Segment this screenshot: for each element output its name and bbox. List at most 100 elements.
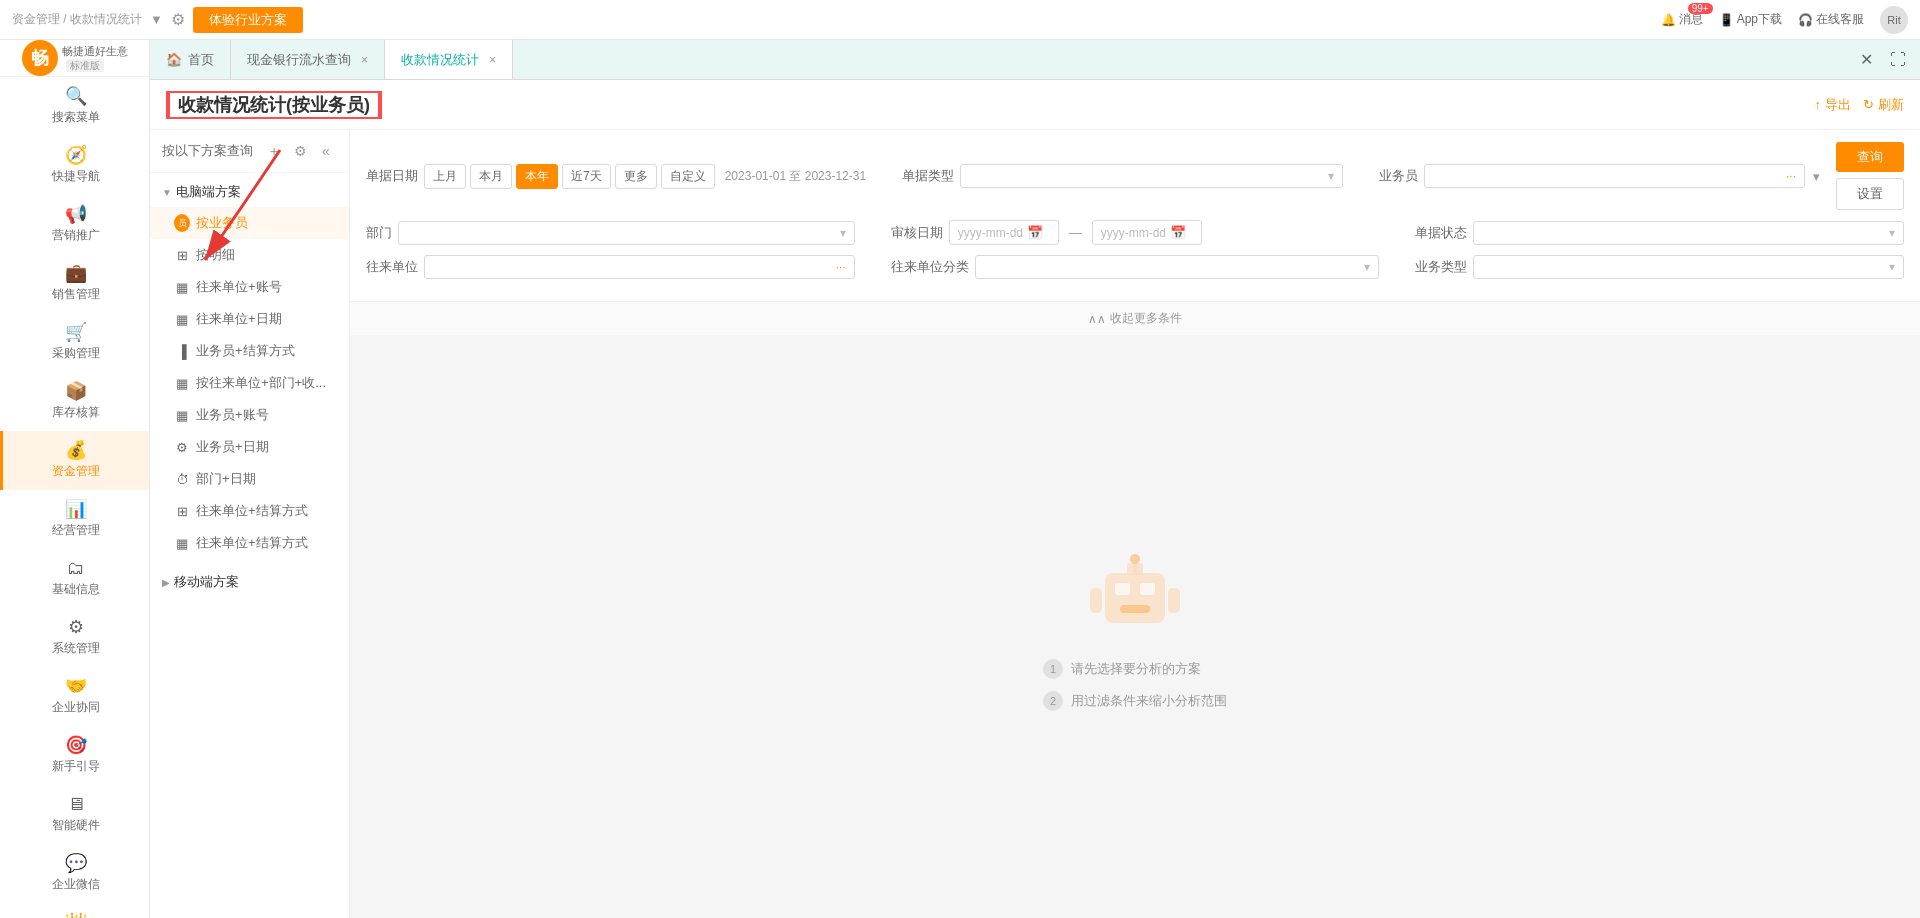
sidebar-item-label: 企业微信 — [52, 876, 100, 893]
standard-badge: 标准版 — [66, 59, 104, 72]
sidebar-item-label: 营销推广 — [52, 227, 100, 244]
export-btn[interactable]: ↑ 导出 — [1815, 96, 1852, 114]
table-icon-4: ▦ — [174, 407, 190, 423]
biz-type-select[interactable]: ▾ — [1473, 255, 1904, 279]
user-avatar[interactable]: Rit — [1880, 6, 1908, 34]
sidebar-item-operations[interactable]: 📊 经营管理 — [0, 490, 149, 549]
calendar-icon-2: 📅 — [1170, 225, 1186, 240]
table-icon-5: ▦ — [174, 535, 190, 551]
dept-select[interactable]: ▾ — [398, 221, 855, 245]
scheme-item-dept-date[interactable]: ⏱ 部门+日期 — [150, 463, 349, 495]
sidebar-item-finance[interactable]: 💰 资金管理 — [0, 431, 149, 490]
main-content: 🏠 首页 现金银行流水查询 × 收款情况统计 × ✕ ⛶ 收款情况统计(按业务员… — [150, 40, 1920, 918]
online-service-btn[interactable]: 🎧 在线客服 — [1798, 11, 1864, 28]
filter-row-3: 往来单位 ··· 往来单位分类 ▾ — [366, 255, 1904, 279]
scheme-item-salesman-payment[interactable]: ▐ 业务员+结算方式 — [150, 335, 349, 367]
app-download-btn[interactable]: 📱 App下载 — [1719, 11, 1782, 28]
scheme-item-salesman[interactable]: 员 按业务员 — [150, 207, 349, 239]
sidebar-logo: 畅 畅捷通好生意 标准版 — [0, 40, 149, 77]
type-select[interactable]: ▾ — [960, 164, 1343, 188]
tab-home[interactable]: 🏠 首页 — [150, 40, 231, 79]
top-bar-right: 🔔 消息 99+ 📱 App下载 🎧 在线客服 Rit — [1661, 6, 1908, 34]
scheme-add-btn[interactable]: + — [263, 140, 285, 162]
sidebar-item-member[interactable]: 👑 畅会员 — [0, 903, 149, 918]
empty-step-1: 1 请先选择要分析的方案 — [1043, 659, 1201, 679]
tab-bank[interactable]: 现金银行流水查询 × — [231, 40, 385, 79]
tab-bank-close[interactable]: × — [361, 53, 368, 67]
date-btn-custom[interactable]: 自定义 — [661, 164, 715, 189]
sidebar-item-label: 销售管理 — [52, 286, 100, 303]
partner-label: 往来单位 — [366, 258, 418, 276]
sidebar-item-sales[interactable]: 💼 销售管理 — [0, 254, 149, 313]
page-title-box: 收款情况统计(按业务员) — [166, 91, 382, 119]
tab-close-all-btn[interactable]: ✕ — [1852, 46, 1880, 74]
clock-icon: ⏱ — [174, 471, 190, 487]
filter-doc-status-field: 单据状态 ▾ — [1415, 221, 1904, 245]
table-icon-3: ▦ — [174, 375, 190, 391]
salesman-input[interactable]: ··· — [1424, 164, 1805, 188]
sidebar-item-marketing[interactable]: 📢 营销推广 — [0, 195, 149, 254]
scheme-settings-btn[interactable]: ⚙ — [289, 140, 311, 162]
date-btn-7days[interactable]: 近7天 — [562, 164, 611, 189]
scheme-collapse-btn[interactable]: « — [315, 140, 337, 162]
audit-date-to-text: yyyy-mm-dd — [1101, 226, 1166, 240]
scheme-item-salesman-account[interactable]: ▦ 业务员+账号 — [150, 399, 349, 431]
scheme-item-partner-dept-collect[interactable]: ▦ 按往来单位+部门+收... — [150, 367, 349, 399]
filter-type-field: 单据类型 ▾ — [902, 164, 1343, 188]
trial-banner-btn[interactable]: 体验行业方案 — [193, 7, 303, 33]
date-btn-this-year[interactable]: 本年 — [516, 164, 558, 189]
sidebar-item-wechat[interactable]: 💬 企业微信 — [0, 844, 149, 903]
sidebar-item-purchase[interactable]: 🛒 采购管理 — [0, 313, 149, 372]
sidebar-item-basic[interactable]: 🗂 基础信息 — [0, 549, 149, 608]
date-btn-more[interactable]: 更多 — [615, 164, 657, 189]
svg-rect-8 — [1168, 588, 1180, 613]
logo-text: 畅捷通好生意 标准版 — [62, 44, 128, 73]
type-label: 单据类型 — [902, 167, 954, 185]
partner-input[interactable]: ··· — [424, 255, 855, 279]
scheme-item-salesman-date[interactable]: ⚙ 业务员+日期 — [150, 431, 349, 463]
dept-chevron-icon: ▾ — [840, 226, 846, 240]
sidebar-item-hardware[interactable]: 🖥 智能硬件 — [0, 785, 149, 844]
ellipsis-icon: ▾ — [1813, 169, 1820, 184]
refresh-btn[interactable]: ↻ 刷新 — [1863, 96, 1904, 114]
scheme-item-partner-date[interactable]: ▦ 往来单位+日期 — [150, 303, 349, 335]
sidebar-item-label: 快捷导航 — [52, 168, 100, 185]
query-btn[interactable]: 查询 — [1836, 142, 1904, 172]
settings-btn[interactable]: 设置 — [1836, 178, 1904, 210]
audit-date-from-picker[interactable]: yyyy-mm-dd 📅 — [949, 220, 1059, 245]
dropdown-icon[interactable]: ▼ — [150, 12, 163, 27]
scheme-panel-header: 按以下方案查询 + ⚙ « — [150, 130, 349, 173]
tab-maximize-btn[interactable]: ⛶ — [1884, 46, 1912, 74]
doc-status-select[interactable]: ▾ — [1473, 221, 1904, 245]
filter-section: 单据日期 上月 本月 本年 近7天 更多 自定义 2023-01-01 至 20… — [350, 130, 1920, 301]
partner-cat-select[interactable]: ▾ — [975, 255, 1380, 279]
sidebar-item-guide[interactable]: 🎯 新手引导 — [0, 726, 149, 785]
collapse-more-btn[interactable]: ∧∧ 收起更多条件 — [350, 301, 1920, 335]
svg-rect-0 — [1105, 573, 1165, 623]
sidebar-item-system[interactable]: ⚙ 系统管理 — [0, 608, 149, 667]
tab-collection[interactable]: 收款情况统计 × — [385, 40, 513, 79]
date-btn-this-month[interactable]: 本月 — [470, 164, 512, 189]
scheme-group-mobile-title[interactable]: ▶ 移动端方案 — [150, 567, 349, 597]
tab-collection-close[interactable]: × — [489, 53, 496, 67]
sidebar-item-enterprise[interactable]: 🤝 企业协同 — [0, 667, 149, 726]
notification-btn[interactable]: 🔔 消息 99+ — [1661, 11, 1703, 28]
scheme-item-detail[interactable]: ⊞ 按明细 — [150, 239, 349, 271]
svg-point-6 — [1130, 554, 1140, 564]
audit-date-to-picker[interactable]: yyyy-mm-dd 📅 — [1092, 220, 1202, 245]
filter-row-1: 单据日期 上月 本月 本年 近7天 更多 自定义 2023-01-01 至 20… — [366, 142, 1904, 210]
sidebar-item-search[interactable]: 🔍 搜索菜单 — [0, 77, 149, 136]
sidebar-item-quicknav[interactable]: 🧭 快捷导航 — [0, 136, 149, 195]
calendar-icon: 📅 — [1027, 225, 1043, 240]
filter-dept-field: 部门 ▾ — [366, 221, 855, 245]
gear-icon[interactable]: ⚙ — [171, 10, 185, 29]
date-btn-last-month[interactable]: 上月 — [424, 164, 466, 189]
scheme-group-desktop-title[interactable]: ▼ 电脑端方案 — [150, 177, 349, 207]
operations-icon: 📊 — [65, 500, 87, 518]
scheme-item-partner-payment-2[interactable]: ▦ 往来单位+结算方式 — [150, 527, 349, 559]
scheme-panel-title: 按以下方案查询 — [162, 142, 259, 160]
scheme-item-partner-payment-1[interactable]: ⊞ 往来单位+结算方式 — [150, 495, 349, 527]
sidebar-item-inventory[interactable]: 📦 库存核算 — [0, 372, 149, 431]
scheme-item-partner-account[interactable]: ▦ 往来单位+账号 — [150, 271, 349, 303]
wechat-icon: 💬 — [65, 854, 87, 872]
